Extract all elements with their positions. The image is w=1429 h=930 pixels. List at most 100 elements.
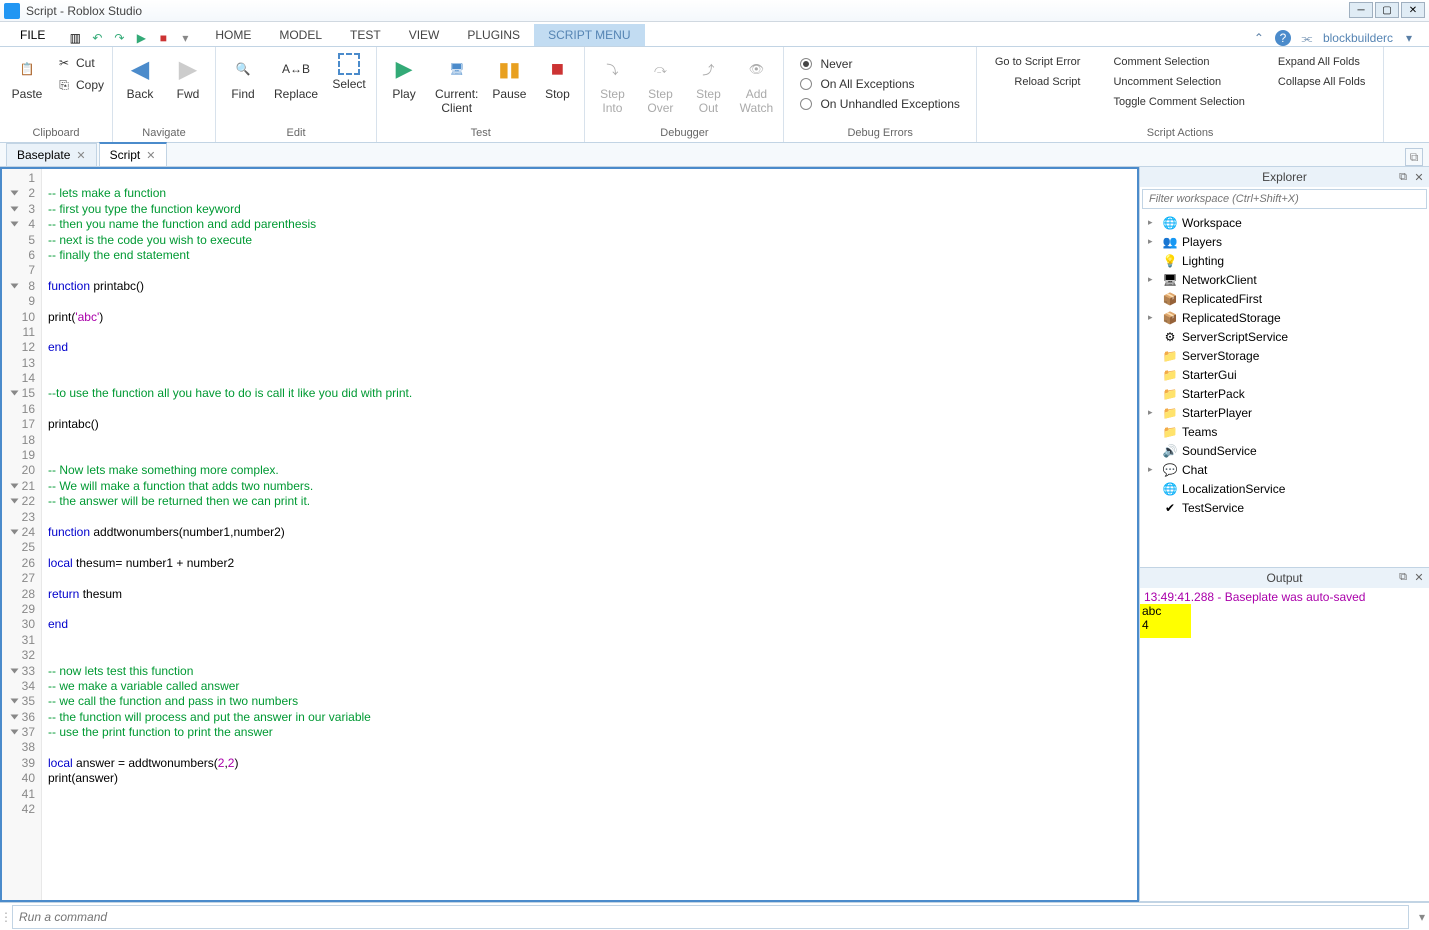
play-button[interactable]: ▶Play: [381, 49, 427, 105]
unhandled-radio[interactable]: On Unhandled Exceptions: [796, 95, 963, 113]
explorer-tree[interactable]: ▸🌐Workspace▸👥Players💡Lighting▸🖥NetworkCl…: [1140, 211, 1429, 567]
toggle-comment-button[interactable]: Toggle Comment Selection: [1105, 93, 1252, 111]
step-out-button[interactable]: ⤴Step Out: [685, 49, 731, 119]
tree-label: ReplicatedStorage: [1182, 311, 1281, 325]
service-icon: 📁: [1162, 367, 1178, 383]
tree-node[interactable]: ⚙ServerScriptService: [1140, 327, 1429, 346]
new-icon[interactable]: ▥: [67, 30, 83, 46]
tree-node[interactable]: 📁ServerStorage: [1140, 346, 1429, 365]
paste-button[interactable]: 📋Paste: [4, 49, 50, 105]
step-into-icon: ⤵: [596, 53, 628, 85]
tree-node[interactable]: 📁StarterPack: [1140, 384, 1429, 403]
tab-model[interactable]: MODEL: [265, 24, 336, 46]
pause-button[interactable]: ▮▮Pause: [486, 49, 532, 105]
close-button[interactable]: ✕: [1401, 2, 1425, 18]
collapse-ribbon-icon[interactable]: ⌃: [1251, 30, 1267, 46]
tree-node[interactable]: ▸💬Chat: [1140, 460, 1429, 479]
window-layout-icon[interactable]: ⧉: [1405, 148, 1423, 166]
tab-test[interactable]: TEST: [336, 24, 395, 46]
tree-node[interactable]: 🌐LocalizationService: [1140, 479, 1429, 498]
expand-icon[interactable]: ▸: [1148, 407, 1158, 418]
tree-node[interactable]: ▸🖥NetworkClient: [1140, 270, 1429, 289]
code-area[interactable]: -- lets make a function-- first you type…: [42, 169, 1137, 900]
expand-icon[interactable]: ▸: [1148, 464, 1158, 475]
tree-node[interactable]: 📦ReplicatedFirst: [1140, 289, 1429, 308]
close-panel-icon[interactable]: ✕: [1411, 570, 1427, 586]
all-exceptions-radio[interactable]: On All Exceptions: [796, 75, 963, 93]
tree-label: StarterPack: [1182, 387, 1245, 401]
tree-node[interactable]: ▸📁StarterPlayer: [1140, 403, 1429, 422]
cut-button[interactable]: ✂Cut: [52, 53, 108, 73]
maximize-button[interactable]: ▢: [1375, 2, 1399, 18]
tab-view[interactable]: VIEW: [395, 24, 454, 46]
undo-icon[interactable]: ↶: [89, 30, 105, 46]
doctab-baseplate[interactable]: Baseplate✕: [6, 143, 97, 166]
close-panel-icon[interactable]: ✕: [1411, 169, 1427, 185]
expand-icon[interactable]: ▸: [1148, 312, 1158, 323]
never-radio[interactable]: Never: [796, 55, 963, 73]
copy-button[interactable]: ⎘Copy: [52, 75, 108, 95]
doctab-script[interactable]: Script✕: [99, 142, 167, 166]
redo-icon[interactable]: ↷: [111, 30, 127, 46]
add-watch-button[interactable]: 👁Add Watch: [733, 49, 779, 119]
user-dropdown-icon[interactable]: ▾: [1401, 30, 1417, 46]
tree-label: Lighting: [1182, 254, 1224, 268]
command-dropdown-icon[interactable]: ▾: [1415, 910, 1429, 924]
close-tab-icon[interactable]: ✕: [146, 149, 155, 162]
tree-node[interactable]: 💡Lighting: [1140, 251, 1429, 270]
tree-label: Players: [1182, 235, 1222, 249]
command-input[interactable]: [12, 905, 1409, 929]
tree-node[interactable]: ✔TestService: [1140, 498, 1429, 517]
tree-node[interactable]: 📁Teams: [1140, 422, 1429, 441]
radio-icon: [800, 58, 812, 70]
play-icon[interactable]: ▶: [133, 30, 149, 46]
tree-node[interactable]: 📁StarterGui: [1140, 365, 1429, 384]
comment-selection-button[interactable]: Comment Selection: [1105, 53, 1252, 71]
reload-script-button[interactable]: Reload Script: [987, 73, 1089, 91]
step-into-button[interactable]: ⤵Step Into: [589, 49, 635, 119]
current-client-button[interactable]: 🖥Current: Client: [429, 49, 484, 119]
stop-icon[interactable]: ■: [155, 30, 171, 46]
expand-icon[interactable]: ▸: [1148, 274, 1158, 285]
tab-home[interactable]: HOME: [201, 24, 265, 46]
tree-node[interactable]: 🔊SoundService: [1140, 441, 1429, 460]
pause-icon: ▮▮: [493, 53, 525, 85]
service-icon: 🔊: [1162, 443, 1178, 459]
minimize-button[interactable]: ─: [1349, 2, 1373, 18]
radio-icon: [800, 78, 812, 90]
user-name[interactable]: blockbuilderc: [1323, 31, 1393, 45]
replace-button[interactable]: A↔BReplace: [268, 49, 324, 105]
tree-label: Workspace: [1182, 216, 1242, 230]
select-button[interactable]: Select: [326, 49, 372, 95]
find-button[interactable]: 🔍Find: [220, 49, 266, 105]
tab-plugins[interactable]: PLUGINS: [453, 24, 534, 46]
tab-script-menu[interactable]: SCRIPT MENU: [534, 24, 644, 46]
qat-dropdown-icon[interactable]: ▾: [177, 30, 193, 46]
explorer-filter-input[interactable]: [1142, 189, 1427, 209]
collapse-folds-button[interactable]: Collapse All Folds: [1270, 73, 1373, 91]
uncomment-selection-button[interactable]: Uncomment Selection: [1105, 73, 1252, 91]
grip-icon[interactable]: ⋮⋮: [0, 910, 12, 924]
tree-node[interactable]: ▸👥Players: [1140, 232, 1429, 251]
expand-icon[interactable]: ▸: [1148, 217, 1158, 228]
step-over-button[interactable]: ⤼Step Over: [637, 49, 683, 119]
code-editor[interactable]: 1234567891011121314151617181920212223242…: [0, 167, 1139, 902]
close-tab-icon[interactable]: ✕: [76, 149, 85, 162]
tree-label: ServerStorage: [1182, 349, 1259, 363]
fwd-button[interactable]: ▶Fwd: [165, 49, 211, 105]
help-icon[interactable]: ?: [1275, 30, 1291, 46]
goto-script-error-button[interactable]: Go to Script Error: [987, 53, 1089, 71]
tree-node[interactable]: ▸📦ReplicatedStorage: [1140, 308, 1429, 327]
back-button[interactable]: ◀Back: [117, 49, 163, 105]
undock-icon[interactable]: ⧉: [1395, 169, 1411, 185]
tree-node[interactable]: ▸🌐Workspace: [1140, 213, 1429, 232]
stop-button[interactable]: ■Stop: [534, 49, 580, 105]
file-tab[interactable]: FILE: [6, 24, 59, 46]
step-out-icon: ⤴: [692, 53, 724, 85]
share-icon[interactable]: ⫘: [1299, 30, 1315, 46]
expand-icon[interactable]: ▸: [1148, 236, 1158, 247]
service-icon: 💬: [1162, 462, 1178, 478]
expand-folds-button[interactable]: Expand All Folds: [1270, 53, 1373, 71]
undock-icon[interactable]: ⧉: [1395, 570, 1411, 586]
title-bar: Script - Roblox Studio ─ ▢ ✕: [0, 0, 1429, 22]
